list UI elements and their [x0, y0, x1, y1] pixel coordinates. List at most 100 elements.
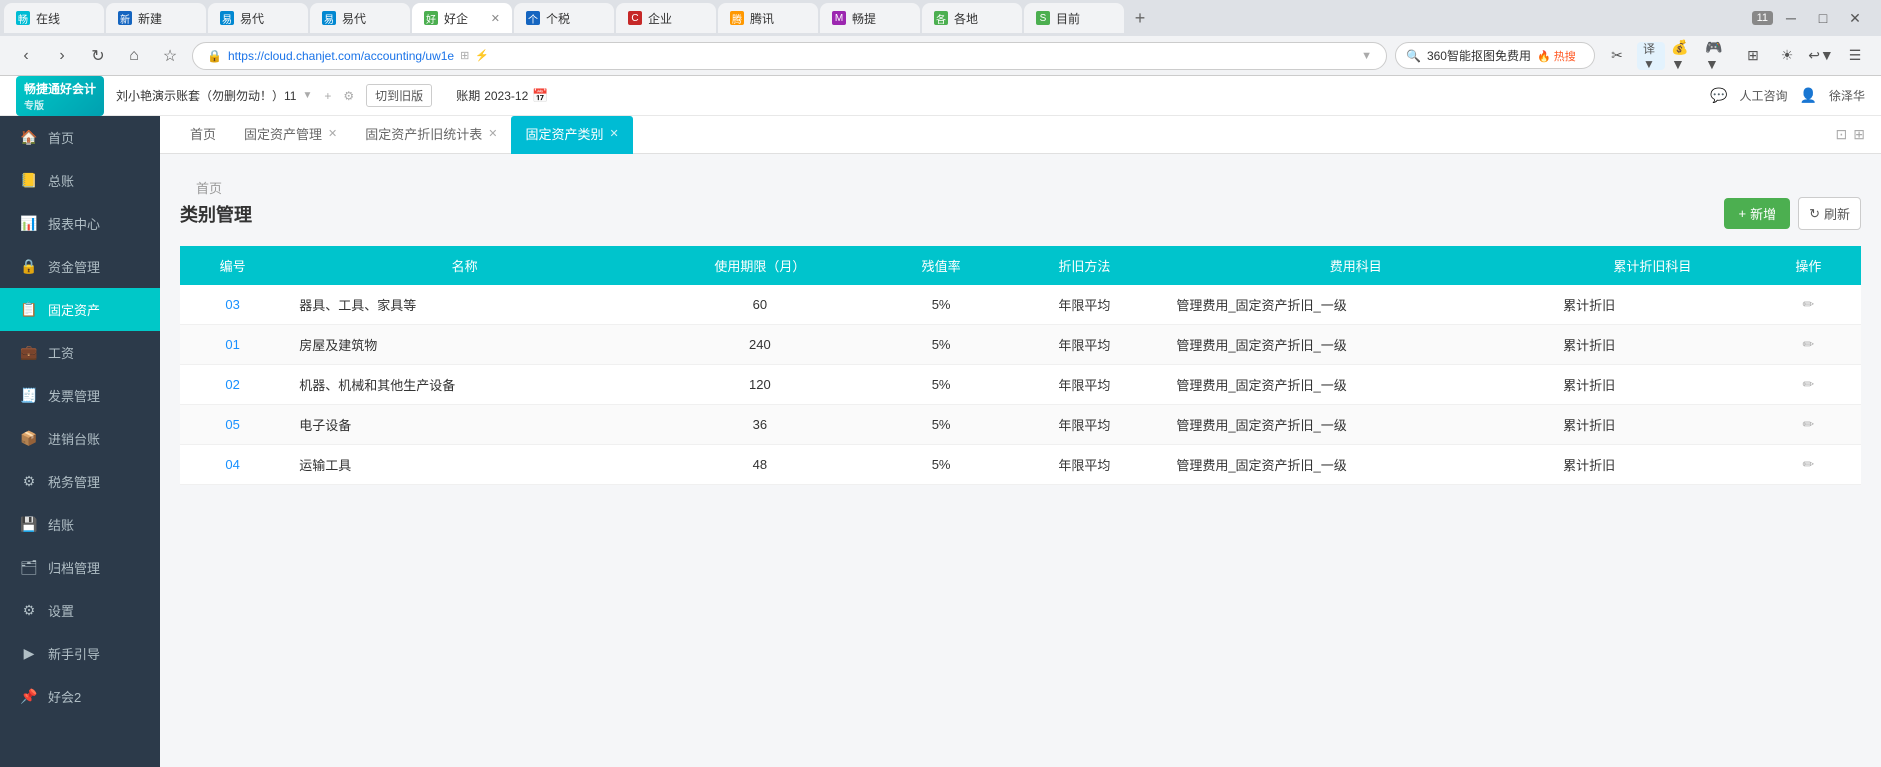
browser-tab-changt[interactable]: M 畅提	[820, 3, 920, 33]
game-icon[interactable]: 🎮▼	[1705, 42, 1733, 70]
tab-icon-enterprise: C	[628, 11, 642, 25]
cell-accum: 累计折旧	[1549, 285, 1756, 325]
browser-tab-yi2[interactable]: 易 易代	[310, 3, 410, 33]
tab-depreciation-close[interactable]: ✕	[488, 127, 497, 140]
new-tab-button[interactable]: +	[1126, 4, 1154, 32]
bookmark-button[interactable]: ☆	[156, 42, 184, 70]
tab-depreciation[interactable]: 固定资产折旧统计表 ✕	[351, 116, 511, 154]
window-close-btn[interactable]: ✕	[1841, 4, 1869, 32]
sidebar-label-tax: 税务管理	[48, 472, 100, 491]
sidebar-item-tax[interactable]: ⚙ 税务管理	[0, 460, 160, 503]
cell-name: 房屋及建筑物	[285, 325, 644, 365]
sidebar-item-salary[interactable]: 💼 工资	[0, 331, 160, 374]
tab-home[interactable]: 首页	[176, 116, 230, 154]
cell-accum: 累计折旧	[1549, 325, 1756, 365]
sidebar-item-invoice[interactable]: 🧾 发票管理	[0, 374, 160, 417]
browser-tab-new[interactable]: 新 新建	[106, 3, 206, 33]
col-header-expense: 费用科目	[1162, 246, 1549, 285]
browser-tab-enterprise[interactable]: C 企业	[616, 3, 716, 33]
company-selector[interactable]: 刘小艳演示账套（勿删勿动！）11 ▼	[116, 87, 312, 104]
refresh-label: 刷新	[1824, 204, 1850, 223]
edit-icon[interactable]: ✏	[1802, 336, 1814, 352]
tab-label-yi2: 易代	[342, 10, 366, 27]
edit-icon[interactable]: ✏	[1802, 456, 1814, 472]
cut-icon[interactable]: ✂	[1603, 42, 1631, 70]
currency-icon[interactable]: 💰▼	[1671, 42, 1699, 70]
sidebar: 🏠 首页 📒 总账 📊 报表中心 🔒 资金管理 📋 固定资产 💼 工资	[0, 116, 160, 767]
sidebar-item-guide[interactable]: ▶ 新手引导	[0, 632, 160, 675]
browser-tab-zaixin[interactable]: 畅 在线	[4, 3, 104, 33]
translate-icon[interactable]: 译▼	[1637, 42, 1665, 70]
cell-expense: 管理费用_固定资产折旧_一级	[1162, 445, 1549, 485]
table-row: 02 机器、机械和其他生产设备 120 5% 年限平均 管理费用_固定资产折旧_…	[180, 365, 1861, 405]
url-text: https://cloud.chanjet.com/accounting/uw1…	[228, 49, 454, 63]
sidebar-item-home[interactable]: 🏠 首页	[0, 116, 160, 159]
sidebar-item-capital[interactable]: 🔒 资金管理	[0, 245, 160, 288]
url-dropdown-icon[interactable]: ▼	[1361, 50, 1372, 62]
browser-tab-gedi[interactable]: 各 各地	[922, 3, 1022, 33]
window-maximize-btn[interactable]: □	[1809, 4, 1837, 32]
browser-tab-tencent[interactable]: 腾 腾讯	[718, 3, 818, 33]
app-logo-text: 畅捷通好会计	[24, 80, 96, 97]
user-name: 徐泽华	[1829, 87, 1865, 104]
sidebar-item-reports[interactable]: 📊 报表中心	[0, 202, 160, 245]
cell-method: 年限平均	[1006, 325, 1162, 365]
sidebar-item-closing[interactable]: 💾 结账	[0, 503, 160, 546]
sidebar-item-fixed-assets[interactable]: 📋 固定资产	[0, 288, 160, 331]
salary-icon: 💼	[20, 344, 38, 362]
add-button[interactable]: + 新增	[1724, 198, 1790, 229]
browser-tab-tax[interactable]: 个 个税	[514, 3, 614, 33]
sidebar-label-settings: 设置	[48, 601, 74, 620]
cell-code: 01	[180, 325, 285, 365]
cell-name: 运输工具	[285, 445, 644, 485]
cell-residual: 5%	[876, 445, 1007, 485]
reload-button[interactable]: ↻	[84, 42, 112, 70]
sidebar-item-archive[interactable]: 🗂 归档管理	[0, 546, 160, 589]
sidebar-item-purchase-sales[interactable]: 📦 进销台账	[0, 417, 160, 460]
cell-period: 60	[644, 285, 876, 325]
tab-category-close[interactable]: ✕	[610, 127, 619, 140]
edit-icon[interactable]: ✏	[1802, 376, 1814, 392]
back-button[interactable]: ‹	[12, 42, 40, 70]
consult-label[interactable]: 人工咨询	[1740, 87, 1788, 104]
browser-tab-muqian[interactable]: S 目前	[1024, 3, 1124, 33]
period-selector[interactable]: 账期 2023-12 📅	[456, 87, 548, 104]
page-content: 首页 类别管理 + 新增 ↻ 刷新	[160, 154, 1881, 767]
tab-depreciation-label: 固定资产折旧统计表	[365, 124, 482, 143]
menu-icon[interactable]: ☰	[1841, 42, 1869, 70]
sidebar-item-good2[interactable]: 📌 好会2	[0, 675, 160, 718]
undo-icon[interactable]: ↩▼	[1807, 42, 1835, 70]
search-bar[interactable]: 🔍 360智能抠图免费用 🔥 热搜	[1395, 42, 1595, 69]
forward-button[interactable]: ›	[48, 42, 76, 70]
edit-icon[interactable]: ✏	[1802, 296, 1814, 312]
cell-name: 机器、机械和其他生产设备	[285, 365, 644, 405]
sidebar-item-ledger[interactable]: 📒 总账	[0, 159, 160, 202]
tab-fixed-mgr[interactable]: 固定资产管理 ✕	[230, 116, 351, 154]
calendar-icon: 📅	[532, 88, 548, 104]
page-expand-icon[interactable]: ⊞	[1853, 126, 1865, 143]
refresh-button[interactable]: ↻ 刷新	[1798, 197, 1861, 230]
grid-icon[interactable]: ⊞	[1739, 42, 1767, 70]
sidebar-item-settings[interactable]: ⚙ 设置	[0, 589, 160, 632]
brightness-icon[interactable]: ☀	[1773, 42, 1801, 70]
cell-code: 02	[180, 365, 285, 405]
breadcrumb-home-link[interactable]: 首页	[196, 178, 222, 197]
home-button[interactable]: ⌂	[120, 42, 148, 70]
cell-residual: 5%	[876, 285, 1007, 325]
browser-tab-active[interactable]: 好 好企 ✕	[412, 3, 512, 33]
table-header-row: 编号 名称 使用期限（月） 残值率 折旧方法 费用科目 累计折旧科目 操作	[180, 246, 1861, 285]
page-tabs: 首页 固定资产管理 ✕ 固定资产折旧统计表 ✕ 固定资产类别 ✕ ⊡ ⊞	[160, 116, 1881, 154]
browser-tab-yi1[interactable]: 易 易代	[208, 3, 308, 33]
settings-gear-icon[interactable]: ⚙	[343, 89, 354, 103]
edit-icon[interactable]: ✏	[1802, 416, 1814, 432]
refresh-icon: ↻	[1809, 206, 1820, 222]
tab-fixed-mgr-close[interactable]: ✕	[328, 127, 337, 140]
tab-close-active[interactable]: ✕	[491, 12, 500, 25]
add-company-btn[interactable]: +	[324, 89, 331, 103]
page-restore-icon[interactable]: ⊡	[1836, 126, 1848, 143]
url-input[interactable]: 🔒 https://cloud.chanjet.com/accounting/u…	[192, 42, 1387, 70]
window-minimize-btn[interactable]: ─	[1777, 4, 1805, 32]
switch-to-old-btn[interactable]: 切到旧版	[366, 84, 432, 107]
title-actions: + 新增 ↻ 刷新	[1724, 197, 1861, 230]
tab-category[interactable]: 固定资产类别 ✕	[511, 116, 632, 154]
